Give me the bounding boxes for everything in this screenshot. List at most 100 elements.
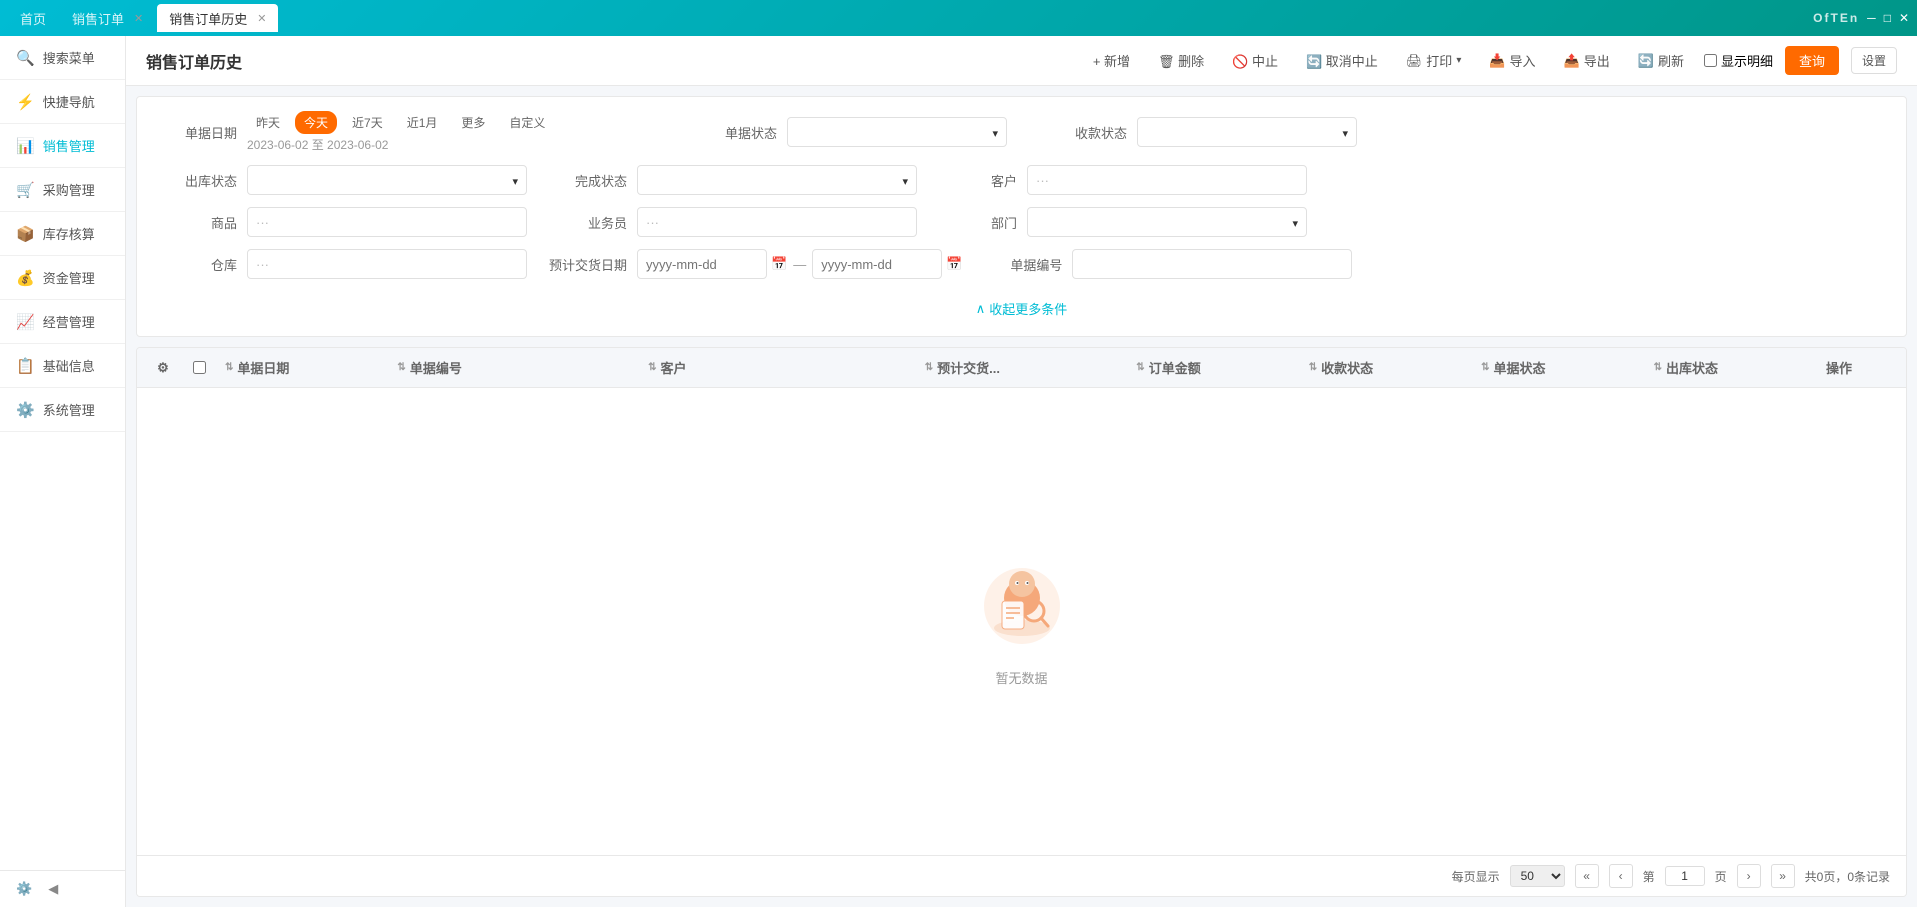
page-header: 销售订单历史 + 新增 🗑 删除 🚫 中止 🔄 取消中止 🖨 打印 ▾ xyxy=(126,36,1917,86)
sort-out-status-icon[interactable]: ⇅ xyxy=(1654,362,1662,373)
brand-text: OfTEn xyxy=(1813,11,1859,25)
date-btn-7days[interactable]: 近7天 xyxy=(343,111,392,134)
date-btn-custom[interactable]: 自定义 xyxy=(500,111,554,134)
sort-date-icon[interactable]: ⇅ xyxy=(225,362,233,373)
select-all-checkbox[interactable] xyxy=(193,361,206,374)
department-select[interactable] xyxy=(1027,207,1307,237)
sidebar-settings-icon[interactable]: ⚙️ xyxy=(16,881,32,897)
sort-amount-icon[interactable]: ⇅ xyxy=(1136,362,1144,373)
toolbar-export-btn[interactable]: 📤 导出 xyxy=(1556,47,1618,74)
toolbar-print-label: 打印 xyxy=(1426,51,1452,70)
date-btn-more[interactable]: 更多 xyxy=(452,111,494,134)
display-detail-checkbox[interactable] xyxy=(1704,54,1717,67)
goods-select[interactable]: ··· xyxy=(247,207,527,237)
th-order: ⇅ 单据编号 xyxy=(389,358,640,377)
display-detail-toggle[interactable]: 显示明细 xyxy=(1704,51,1773,70)
delivery-date-start[interactable] xyxy=(637,249,767,279)
filter-row-4: 仓库 ··· 预计交货日期 📅 — 📅 单据编号 xyxy=(157,249,1886,279)
window-maximize[interactable]: □ xyxy=(1884,11,1891,25)
toolbar-new-btn[interactable]: + 新增 xyxy=(1085,47,1138,74)
date-btn-yesterday[interactable]: 昨天 xyxy=(247,111,289,134)
th-delivery: ⇅ 预计交货... xyxy=(917,358,1129,377)
salesman-select[interactable]: ··· xyxy=(637,207,917,237)
toolbar-new-label: + 新增 xyxy=(1093,51,1130,70)
tab-home[interactable]: 首页 xyxy=(8,4,58,32)
sort-pay-status-icon[interactable]: ⇅ xyxy=(1309,362,1317,373)
collapse-bar[interactable]: ∧ 收起更多条件 xyxy=(157,291,1886,322)
sort-delivery-icon[interactable]: ⇅ xyxy=(925,362,933,373)
sort-order-icon[interactable]: ⇅ xyxy=(397,362,405,373)
main-layout: 🔍 搜索菜单 ⚡ 快捷导航 📊 销售管理 🛒 采购管理 📦 库存核算 💰 资金管… xyxy=(0,36,1917,907)
sales-icon: 📊 xyxy=(16,137,35,155)
tab-sales-order-history-close[interactable]: ✕ xyxy=(257,12,266,25)
sidebar-item-system-label: 系统管理 xyxy=(43,400,95,419)
customer-select[interactable]: ··· xyxy=(1027,165,1307,195)
goods-label: 商品 xyxy=(157,213,247,232)
sidebar-item-finance[interactable]: 💰 资金管理 xyxy=(0,256,125,300)
order-status-label: 单据状态 xyxy=(697,123,787,142)
tab-sales-order[interactable]: 销售订单 ✕ xyxy=(60,4,155,32)
print-icon: 🖨 xyxy=(1406,53,1423,69)
last-page-btn[interactable]: » xyxy=(1771,864,1795,888)
tab-home-label: 首页 xyxy=(20,9,46,28)
toolbar-export-label: 导出 xyxy=(1584,51,1610,70)
sidebar-item-system[interactable]: ⚙️ 系统管理 xyxy=(0,388,125,432)
th-settings[interactable]: ⚙ xyxy=(145,360,181,376)
empty-state: 暂无数据 xyxy=(932,516,1112,727)
filter-row-3: 商品 ··· 业务员 ··· 部门 xyxy=(157,207,1886,237)
per-page-select[interactable]: 50 10 20 100 xyxy=(1510,865,1565,887)
date-btn-1month[interactable]: 近1月 xyxy=(398,111,447,134)
import-icon: 📥 xyxy=(1489,53,1505,69)
query-button[interactable]: 查询 xyxy=(1785,46,1839,75)
complete-status-select[interactable] xyxy=(637,165,917,195)
date-btn-today[interactable]: 今天 xyxy=(295,111,337,134)
tab-sales-order-close[interactable]: ✕ xyxy=(134,12,143,25)
calendar-icon-start[interactable]: 📅 xyxy=(771,256,787,272)
sort-order-status-icon[interactable]: ⇅ xyxy=(1481,362,1489,373)
sidebar-item-sales[interactable]: 📊 销售管理 xyxy=(0,124,125,168)
out-status-select[interactable] xyxy=(247,165,527,195)
next-page-btn[interactable]: › xyxy=(1737,864,1761,888)
collection-status-select[interactable] xyxy=(1137,117,1357,147)
toolbar-cancel-stop-btn[interactable]: 🔄 取消中止 xyxy=(1298,47,1386,74)
prev-page-btn[interactable]: ‹ xyxy=(1609,864,1633,888)
tab-sales-order-history[interactable]: 销售订单历史 ✕ xyxy=(157,4,278,32)
warehouse-select[interactable]: ··· xyxy=(247,249,527,279)
sidebar-item-base-info-label: 基础信息 xyxy=(43,356,95,375)
settings-button[interactable]: 设置 xyxy=(1851,47,1897,74)
empty-text: 暂无数据 xyxy=(995,668,1047,687)
sort-customer-icon[interactable]: ⇅ xyxy=(648,362,656,373)
toolbar-refresh-btn[interactable]: 🔄 刷新 xyxy=(1630,47,1692,74)
toolbar-delete-btn[interactable]: 🗑 删除 xyxy=(1150,47,1212,74)
sidebar-item-search[interactable]: 🔍 搜索菜单 xyxy=(0,36,125,80)
order-status-select[interactable] xyxy=(787,117,1007,147)
sidebar-item-purchase-label: 采购管理 xyxy=(43,180,95,199)
delivery-date-end[interactable] xyxy=(812,249,942,279)
sidebar-item-base-info[interactable]: 📋 基础信息 xyxy=(0,344,125,388)
window-minimize[interactable]: ─ xyxy=(1867,11,1876,25)
order-no-input[interactable] xyxy=(1072,249,1352,279)
first-page-btn[interactable]: « xyxy=(1575,864,1599,888)
table-body: 暂无数据 xyxy=(137,388,1906,855)
toolbar-import-btn[interactable]: 📥 导入 xyxy=(1481,47,1543,74)
sidebar-item-quick-nav-label: 快捷导航 xyxy=(43,92,95,111)
toolbar-print-btn[interactable]: 🖨 打印 ▾ xyxy=(1398,47,1470,74)
sidebar-item-finance-label: 资金管理 xyxy=(43,268,95,287)
sidebar-item-purchase[interactable]: 🛒 采购管理 xyxy=(0,168,125,212)
toolbar-import-label: 导入 xyxy=(1510,51,1536,70)
sidebar-item-quick-nav[interactable]: ⚡ 快捷导航 xyxy=(0,80,125,124)
tab-sales-order-label: 销售订单 xyxy=(72,9,124,28)
window-close[interactable]: ✕ xyxy=(1899,11,1909,25)
toolbar-stop-btn[interactable]: 🚫 中止 xyxy=(1224,47,1286,74)
sidebar-collapse-icon[interactable]: ◀ xyxy=(48,881,58,897)
th-checkbox[interactable] xyxy=(181,361,217,374)
page-label: 第 xyxy=(1643,868,1655,885)
date-divider: — xyxy=(787,257,812,272)
calendar-icon-end[interactable]: 📅 xyxy=(946,256,962,272)
sidebar-item-inventory[interactable]: 📦 库存核算 xyxy=(0,212,125,256)
salesman-label: 业务员 xyxy=(547,213,637,232)
th-customer: ⇅ 客户 xyxy=(640,358,917,377)
sidebar-item-operations[interactable]: 📈 经营管理 xyxy=(0,300,125,344)
page-number-input[interactable] xyxy=(1665,866,1705,886)
collapse-text: 收起更多条件 xyxy=(989,299,1067,318)
